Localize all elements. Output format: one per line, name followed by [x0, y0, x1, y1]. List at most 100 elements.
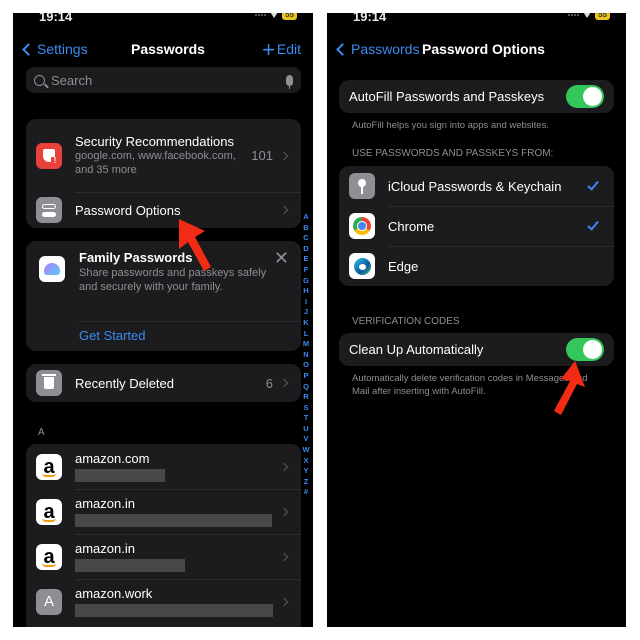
family-passwords-card: Family Passwords Share passwords and pas…	[26, 241, 301, 351]
index-letter[interactable]: W	[302, 445, 309, 456]
cleanup-card: Clean Up Automatically	[339, 333, 614, 366]
sources-header: USE PASSWORDS AND PASSKEYS FROM:	[352, 148, 554, 159]
source-name: Chrome	[388, 218, 435, 234]
autofill-label: AutoFill Passwords and Passkeys	[349, 89, 545, 104]
source-row-chrome[interactable]: Chrome	[339, 206, 614, 246]
index-letter[interactable]: N	[303, 350, 308, 361]
index-letter[interactable]: R	[303, 392, 308, 403]
chevron-right-icon	[279, 378, 289, 388]
password-options-row[interactable]: Password Options	[26, 192, 301, 228]
wifi-icon	[583, 13, 592, 18]
masked-username	[75, 469, 165, 482]
recently-deleted-row[interactable]: Recently Deleted 6	[26, 364, 301, 402]
index-letter[interactable]: J	[304, 307, 308, 318]
amazon-logo-icon: a	[36, 453, 62, 480]
edit-button[interactable]: Edit	[277, 41, 301, 57]
close-icon[interactable]: ✕	[274, 249, 289, 267]
status-time: 19:14	[353, 13, 387, 24]
battery-icon: 55	[595, 13, 610, 20]
wifi-icon	[270, 13, 279, 18]
account-row[interactable]: a amazon.in	[26, 489, 301, 534]
index-letter[interactable]: X	[303, 456, 308, 467]
family-title: Family Passwords	[79, 250, 193, 265]
sources-card: iCloud Passwords & Keychain Chrome Edge	[339, 166, 614, 286]
source-row-icloud[interactable]: iCloud Passwords & Keychain	[339, 166, 614, 206]
status-indicators: 55	[568, 13, 610, 20]
masked-username	[75, 514, 272, 527]
recommendations-card: Security Recommendations google.com, www…	[26, 119, 301, 228]
amazon-logo-icon: a	[36, 498, 62, 525]
status-time: 19:14	[39, 13, 73, 24]
password-options-label: Password Options	[75, 202, 181, 218]
chevron-right-icon	[279, 552, 289, 561]
back-button-passwords[interactable]: Passwords	[335, 41, 419, 57]
index-letter[interactable]: K	[303, 318, 308, 329]
index-letter[interactable]: #	[304, 487, 308, 498]
index-letter[interactable]: A	[303, 212, 308, 223]
autofill-card: AutoFill Passwords and Passkeys	[339, 80, 614, 113]
index-letter[interactable]: U	[303, 424, 308, 435]
search-input[interactable]	[51, 72, 286, 88]
letter-a-icon: A	[36, 588, 62, 615]
account-name: amazon.com	[75, 451, 150, 466]
index-letter[interactable]: O	[303, 360, 309, 371]
index-letter[interactable]: Q	[303, 382, 309, 393]
chevron-right-icon	[279, 462, 289, 471]
signal-icon	[568, 14, 580, 16]
index-letter[interactable]: D	[303, 244, 308, 255]
cleanup-row: Clean Up Automatically	[339, 333, 614, 366]
chrome-icon	[349, 213, 375, 239]
masked-username	[75, 604, 273, 617]
account-row[interactable]: A amazon.work	[26, 579, 301, 624]
account-row[interactable]: a amazon.com	[26, 444, 301, 489]
security-shield-icon	[36, 142, 62, 169]
cleanup-footnote: Automatically delete verification codes …	[352, 373, 588, 397]
chevron-right-icon	[279, 507, 289, 516]
index-letter[interactable]: Y	[303, 466, 308, 477]
index-letter[interactable]: E	[303, 254, 308, 265]
family-description: Share passwords and passkeys safely and …	[79, 267, 267, 293]
source-name: Edge	[388, 258, 419, 274]
index-letter[interactable]: M	[303, 339, 309, 350]
index-letter[interactable]: S	[303, 403, 308, 414]
status-indicators: 55	[255, 13, 297, 20]
key-icon	[349, 173, 375, 199]
index-letter[interactable]: T	[304, 413, 309, 424]
signal-icon	[255, 14, 267, 16]
source-row-edge[interactable]: Edge	[339, 246, 614, 286]
chevron-right-icon	[279, 597, 289, 606]
recently-deleted-count: 6	[265, 375, 273, 391]
masked-username	[75, 559, 185, 572]
account-name: amazon.in	[75, 496, 135, 511]
autofill-toggle[interactable]	[566, 85, 604, 108]
back-button-settings[interactable]: Settings	[21, 41, 88, 57]
index-letter[interactable]: B	[303, 223, 308, 234]
index-letter[interactable]: I	[305, 297, 307, 308]
get-started-link[interactable]: Get Started	[79, 328, 145, 343]
section-header-a: A	[38, 427, 45, 438]
index-letter[interactable]: P	[303, 371, 308, 382]
account-row[interactable]: a amazon.in	[26, 534, 301, 579]
index-letter[interactable]: Z	[304, 477, 309, 488]
alphabet-index-scrubber[interactable]: A B C D E F G H I J K L M N O P Q R S T U V W X Y Z #	[301, 212, 311, 498]
divider	[79, 321, 301, 322]
security-recommendations-row[interactable]: Security Recommendations google.com, www…	[26, 119, 301, 192]
index-letter[interactable]: G	[303, 276, 309, 287]
index-letter[interactable]: F	[304, 265, 309, 276]
page-title: Password Options	[422, 41, 545, 57]
index-letter[interactable]: L	[304, 329, 309, 340]
cleanup-label: Clean Up Automatically	[349, 342, 484, 357]
search-bar[interactable]	[26, 67, 301, 93]
microphone-icon[interactable]	[286, 74, 293, 89]
battery-icon: 55	[282, 13, 297, 20]
index-letter[interactable]: H	[303, 286, 308, 297]
cleanup-toggle[interactable]	[566, 338, 604, 361]
add-password-button[interactable]: +	[262, 37, 275, 63]
accounts-list: a amazon.com a amazon.in a amazon.in A a…	[26, 444, 301, 627]
autofill-footnote: AutoFill helps you sign into apps and we…	[352, 120, 549, 131]
index-letter[interactable]: C	[303, 233, 308, 244]
autofill-row: AutoFill Passwords and Passkeys	[339, 80, 614, 113]
password-options-screen: 19:14 55 Passwords Password Options Auto…	[327, 13, 626, 627]
index-letter[interactable]: V	[303, 434, 308, 445]
navigation-bar: Passwords Password Options	[327, 39, 626, 61]
